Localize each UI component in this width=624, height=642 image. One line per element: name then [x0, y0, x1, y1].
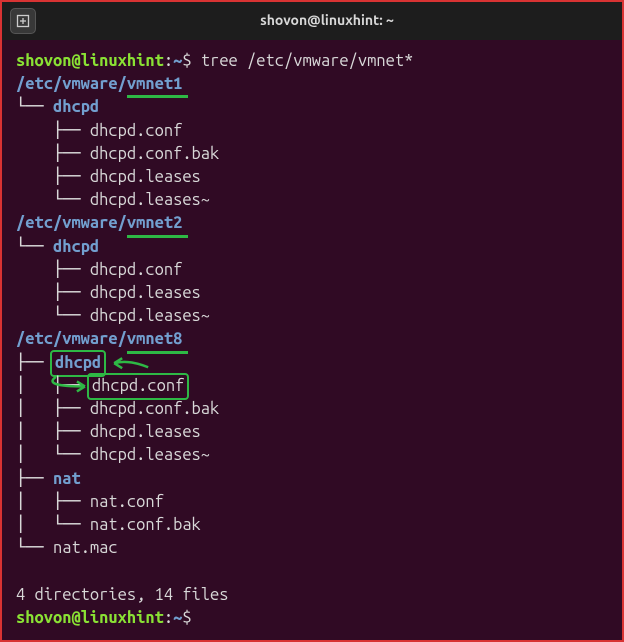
tree-branch: │ └──	[16, 516, 90, 534]
tree-branch: └──	[16, 307, 90, 325]
prompt-line: shovon@linuxhint:~$	[16, 607, 608, 630]
prompt-colon: :	[164, 52, 173, 70]
tree-summary: 4 directories, 14 files	[16, 584, 608, 607]
tree-branch: ├──	[16, 354, 53, 372]
file-name: dhcpd.conf	[90, 261, 182, 279]
tree-entry: │ ├── dhcpd.conf	[16, 375, 608, 398]
titlebar: shovon@linuxhint: ~	[2, 2, 622, 40]
tree-entry: ├── dhcpd.leases	[16, 282, 608, 305]
blank-line	[16, 560, 608, 583]
prompt-dollar: $	[182, 52, 191, 70]
file-name: dhcpd.conf	[92, 377, 184, 395]
file-name: dhcpd.leases	[90, 168, 201, 186]
tree-root-prefix: /etc/vmware/	[16, 214, 127, 232]
tree-root-name: vmnet1	[127, 73, 182, 96]
prompt-path: ~	[173, 52, 182, 70]
tree-entry: └── dhcpd.leases~	[16, 189, 608, 212]
directory-name: dhcpd	[53, 98, 99, 116]
tree-branch: └──	[16, 539, 53, 557]
tree-branch: └──	[16, 238, 53, 256]
terminal-output: shovon@linuxhint:~$ tree /etc/vmware/vmn…	[2, 40, 622, 640]
file-name: dhcpd.leases	[90, 423, 201, 441]
tree-branch: │ ├──	[16, 423, 90, 441]
prompt-user: shovon@linuxhint	[16, 52, 164, 70]
file-name: dhcpd.conf.bak	[90, 145, 219, 163]
file-name: nat.conf.bak	[90, 516, 201, 534]
file-name: dhcpd.leases~	[90, 191, 210, 209]
file-name: dhcpd.conf	[90, 122, 182, 140]
tree-branch: └──	[16, 191, 90, 209]
tree-root-name: vmnet2	[127, 212, 182, 235]
command-text: tree /etc/vmware/vmnet*	[192, 52, 414, 70]
highlight-box: dhcpd.conf	[87, 373, 189, 400]
tree-entry: ├── dhcpd.conf	[16, 120, 608, 143]
prompt-path: ~	[173, 609, 182, 627]
tree-branch: ├──	[16, 284, 90, 302]
tree-entry: ├── nat	[16, 468, 608, 491]
tree-entry: │ ├── dhcpd.conf.bak	[16, 398, 608, 421]
tree-entry: │ └── nat.conf.bak	[16, 514, 608, 537]
new-tab-button[interactable]	[10, 8, 36, 34]
tree-root: /etc/vmware/vmnet1	[16, 73, 608, 96]
tree-root: /etc/vmware/vmnet8	[16, 328, 608, 351]
tree-entry: └── dhcpd.leases~	[16, 305, 608, 328]
tree-branch: │ └──	[16, 446, 90, 464]
window-title: shovon@linuxhint: ~	[40, 9, 614, 32]
tree-entry: ├── dhcpd.leases	[16, 166, 608, 189]
tree-branch: ├──	[16, 168, 90, 186]
tree-entry: │ ├── nat.conf	[16, 491, 608, 514]
tree-root-name: vmnet8	[127, 328, 182, 351]
directory-name: dhcpd	[53, 238, 99, 256]
directory-name: dhcpd	[55, 354, 101, 372]
file-name: dhcpd.leases~	[90, 446, 210, 464]
tree-entry: └── dhcpd	[16, 96, 608, 119]
tree-branch: ├──	[16, 145, 90, 163]
tree-root-prefix: /etc/vmware/	[16, 75, 127, 93]
tree-branch: │ ├──	[16, 400, 90, 418]
file-name: nat.mac	[53, 539, 118, 557]
directory-name: nat	[53, 470, 81, 488]
prompt-colon: :	[164, 609, 173, 627]
tree-branch: │ ├──	[16, 377, 90, 395]
tree-branch: ├──	[16, 261, 90, 279]
prompt-line: shovon@linuxhint:~$ tree /etc/vmware/vmn…	[16, 50, 608, 73]
tree-entry: └── nat.mac	[16, 537, 608, 560]
tree-entry: ├── dhcpd	[16, 352, 608, 375]
file-name: nat.conf	[90, 493, 164, 511]
file-name: dhcpd.conf.bak	[90, 400, 219, 418]
plus-square-icon	[16, 14, 30, 28]
tree-branch: └──	[16, 98, 53, 116]
tree-entry: └── dhcpd	[16, 236, 608, 259]
tree-root: /etc/vmware/vmnet2	[16, 212, 608, 235]
file-name: dhcpd.leases~	[90, 307, 210, 325]
tree-branch: ├──	[16, 470, 53, 488]
tree-entry: ├── dhcpd.conf	[16, 259, 608, 282]
tree-entry: │ ├── dhcpd.leases	[16, 421, 608, 444]
tree-branch: ├──	[16, 122, 90, 140]
tree-entry: │ └── dhcpd.leases~	[16, 444, 608, 467]
prompt-user: shovon@linuxhint	[16, 609, 164, 627]
tree-branch: │ ├──	[16, 493, 90, 511]
file-name: dhcpd.leases	[90, 284, 201, 302]
tree-root-prefix: /etc/vmware/	[16, 330, 127, 348]
prompt-dollar: $	[182, 609, 191, 627]
tree-entry: ├── dhcpd.conf.bak	[16, 143, 608, 166]
